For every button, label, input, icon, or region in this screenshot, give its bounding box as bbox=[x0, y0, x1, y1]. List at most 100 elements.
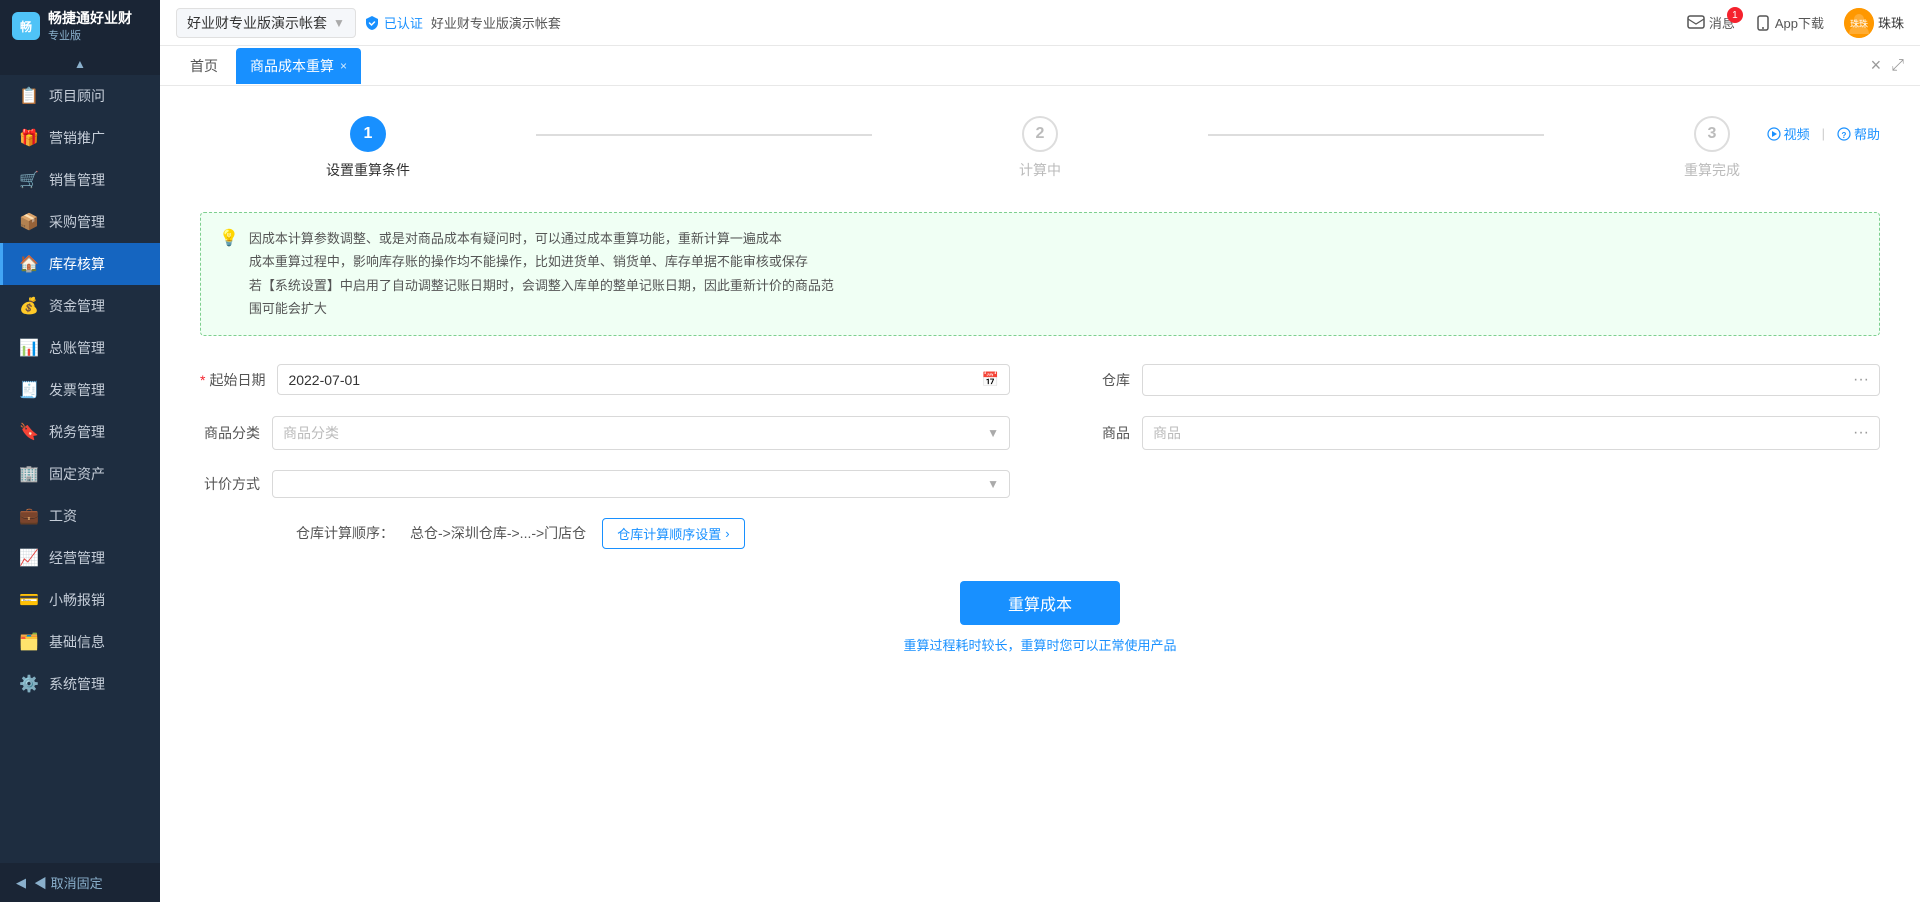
mobile-icon bbox=[1755, 15, 1771, 31]
tab-close-icon[interactable]: × bbox=[340, 59, 347, 73]
app-download-label: App下载 bbox=[1775, 13, 1824, 32]
info-line4: 围可能会扩大 bbox=[249, 297, 834, 320]
account-dropdown-icon: ▼ bbox=[333, 16, 345, 30]
pricing-label: 计价方式 bbox=[200, 474, 260, 494]
calc-order-settings-button[interactable]: 仓库计算顺序设置 › bbox=[602, 518, 744, 549]
calc-order-prefix: 仓库计算顺序： bbox=[296, 523, 394, 543]
tax-icon: 🔖 bbox=[19, 422, 39, 442]
sidebar-item-purchase[interactable]: 📦 采购管理 bbox=[0, 201, 160, 243]
goods-more-icon[interactable]: ··· bbox=[1853, 424, 1869, 442]
sidebar-pin-toggle[interactable]: ◀ ◀ 取消固定 bbox=[0, 863, 160, 902]
step-2-label: 计算中 bbox=[1019, 160, 1061, 180]
step-line-1 bbox=[536, 134, 872, 136]
svg-text:?: ? bbox=[1842, 131, 1847, 140]
sidebar-nav: 📋 项目顾问 🎁 营销推广 🛒 销售管理 📦 采购管理 🏠 库存核算 💰 资金管… bbox=[0, 75, 160, 863]
topbar: 好业财专业版演示帐套 ▼ 已认证 好业财专业版演示帐套 消息 1 bbox=[160, 0, 1920, 46]
start-date-input[interactable]: 2022-07-01 📅 bbox=[277, 364, 1010, 395]
finance-icon: 💰 bbox=[19, 296, 39, 316]
calc-order-btn-label: 仓库计算顺序设置 bbox=[617, 524, 721, 543]
close-tab-btn[interactable]: × bbox=[1871, 55, 1882, 76]
user-profile-button[interactable]: 珠珠 珠珠 bbox=[1844, 8, 1904, 38]
expand-tab-btn[interactable]: ⤢ bbox=[1891, 57, 1904, 75]
sidebar-item-ledger[interactable]: 📊 总账管理 bbox=[0, 327, 160, 369]
required-mark: * bbox=[200, 372, 205, 388]
sidebar-item-label: 工资 bbox=[49, 506, 77, 526]
content-area: 1 设置重算条件 2 计算中 3 重算完成 bbox=[160, 86, 1920, 902]
help-btn[interactable]: ? 帮助 bbox=[1837, 124, 1880, 143]
tab-bar: 首页 商品成本重算 × × ⤢ bbox=[160, 46, 1920, 86]
sidebar-item-label: 经营管理 bbox=[49, 548, 105, 568]
account-name: 好业财专业版演示帐套 bbox=[187, 13, 327, 33]
sidebar-item-basic[interactable]: 🗂️ 基础信息 bbox=[0, 621, 160, 663]
warehouse-input[interactable]: ··· bbox=[1142, 364, 1880, 396]
step-2-circle: 2 bbox=[1022, 116, 1058, 152]
tab-bar-actions: × ⤢ bbox=[1871, 55, 1904, 76]
sidebar-item-label: 系统管理 bbox=[49, 674, 105, 694]
video-icon bbox=[1767, 127, 1781, 141]
main-area: 好业财专业版演示帐套 ▼ 已认证 好业财专业版演示帐套 消息 1 bbox=[160, 0, 1920, 902]
sidebar-item-operations[interactable]: 📈 经营管理 bbox=[0, 537, 160, 579]
info-line2: 成本重算过程中，影响库存账的操作均不能操作，比如进货单、销货单、库存单据不能审核… bbox=[249, 250, 834, 273]
inventory-icon: 🏠 bbox=[19, 254, 39, 274]
topbar-left: 好业财专业版演示帐套 ▼ 已认证 好业财专业版演示帐套 bbox=[176, 8, 561, 38]
pin-icon: ◀ bbox=[16, 875, 26, 891]
sidebar-item-tax[interactable]: 🔖 税务管理 bbox=[0, 411, 160, 453]
help-icon: ? bbox=[1837, 127, 1851, 141]
video-help-btn[interactable]: 视频 bbox=[1767, 124, 1810, 143]
user-avatar: 珠珠 bbox=[1844, 8, 1874, 38]
pricing-row: 计价方式 ▼ bbox=[200, 470, 1010, 498]
sidebar-item-sales[interactable]: 🛒 销售管理 bbox=[0, 159, 160, 201]
assets-icon: 🏢 bbox=[19, 464, 39, 484]
sidebar-item-label: 营销推广 bbox=[49, 128, 105, 148]
message-button[interactable]: 消息 1 bbox=[1687, 13, 1735, 32]
tab-cost-recalc[interactable]: 商品成本重算 × bbox=[236, 48, 361, 84]
app-title: 畅捷通好业财 bbox=[48, 10, 132, 27]
sidebar-item-label: 项目顾问 bbox=[49, 86, 105, 106]
sidebar-item-marketing[interactable]: 🎁 营销推广 bbox=[0, 117, 160, 159]
sidebar-item-finance[interactable]: 💰 资金管理 bbox=[0, 285, 160, 327]
sidebar-item-inventory[interactable]: 🏠 库存核算 bbox=[0, 243, 160, 285]
topbar-right: 消息 1 App下载 珠珠 珠珠 bbox=[1687, 8, 1904, 38]
sidebar-item-project[interactable]: 📋 项目顾问 bbox=[0, 75, 160, 117]
system-icon: ⚙️ bbox=[19, 674, 39, 694]
sidebar-header: 畅 畅捷通好业财 专业版 bbox=[0, 0, 160, 53]
goods-input[interactable]: 商品 ··· bbox=[1142, 416, 1880, 450]
step-1: 1 设置重算条件 bbox=[200, 116, 536, 180]
step-1-label: 设置重算条件 bbox=[326, 160, 410, 180]
category-placeholder: 商品分类 bbox=[283, 423, 339, 443]
info-bulb-icon: 💡 bbox=[219, 228, 239, 248]
payroll-icon: 💼 bbox=[19, 506, 39, 526]
sidebar-item-invoice[interactable]: 🧾 发票管理 bbox=[0, 369, 160, 411]
category-label: 商品分类 bbox=[200, 423, 260, 443]
sidebar-item-label: 税务管理 bbox=[49, 422, 105, 442]
warehouse-more-icon[interactable]: ··· bbox=[1853, 371, 1869, 389]
sidebar-item-label: 资金管理 bbox=[49, 296, 105, 316]
account-selector[interactable]: 好业财专业版演示帐套 ▼ bbox=[176, 8, 356, 38]
sidebar-item-system[interactable]: ⚙️ 系统管理 bbox=[0, 663, 160, 705]
goods-label: 商品 bbox=[1070, 423, 1130, 443]
project-icon: 📋 bbox=[19, 86, 39, 106]
sidebar-item-label: 库存核算 bbox=[49, 254, 105, 274]
start-date-value: 2022-07-01 bbox=[288, 372, 360, 388]
sidebar-item-label: 基础信息 bbox=[49, 632, 105, 652]
steps-wizard: 1 设置重算条件 2 计算中 3 重算完成 bbox=[200, 116, 1880, 180]
start-date-label: *起始日期 bbox=[200, 370, 265, 390]
category-dropdown-icon: ▼ bbox=[987, 426, 999, 440]
calc-order-btn-icon: › bbox=[725, 526, 729, 541]
start-date-row: *起始日期 2022-07-01 📅 bbox=[200, 364, 1010, 396]
sidebar-item-payroll[interactable]: 💼 工资 bbox=[0, 495, 160, 537]
tab-home[interactable]: 首页 bbox=[176, 48, 232, 84]
recalculate-button[interactable]: 重算成本 bbox=[960, 581, 1120, 625]
category-input[interactable]: 商品分类 ▼ bbox=[272, 416, 1010, 450]
sidebar-item-expense[interactable]: 💳 小畅报销 bbox=[0, 579, 160, 621]
app-download-button[interactable]: App下载 bbox=[1755, 13, 1824, 32]
sidebar-item-assets[interactable]: 🏢 固定资产 bbox=[0, 453, 160, 495]
pricing-input[interactable]: ▼ bbox=[272, 470, 1010, 498]
warehouse-row: 仓库 ··· bbox=[1070, 364, 1880, 396]
sidebar-scroll-up[interactable]: ▲ bbox=[0, 53, 160, 75]
invoice-icon: 🧾 bbox=[19, 380, 39, 400]
calendar-icon: 📅 bbox=[982, 371, 999, 388]
sidebar-item-label: 发票管理 bbox=[49, 380, 105, 400]
calc-order-row: 仓库计算顺序： 总仓->深圳仓库->...->门店仓 仓库计算顺序设置 › bbox=[200, 518, 1880, 549]
app-subtitle: 专业版 bbox=[48, 27, 132, 43]
